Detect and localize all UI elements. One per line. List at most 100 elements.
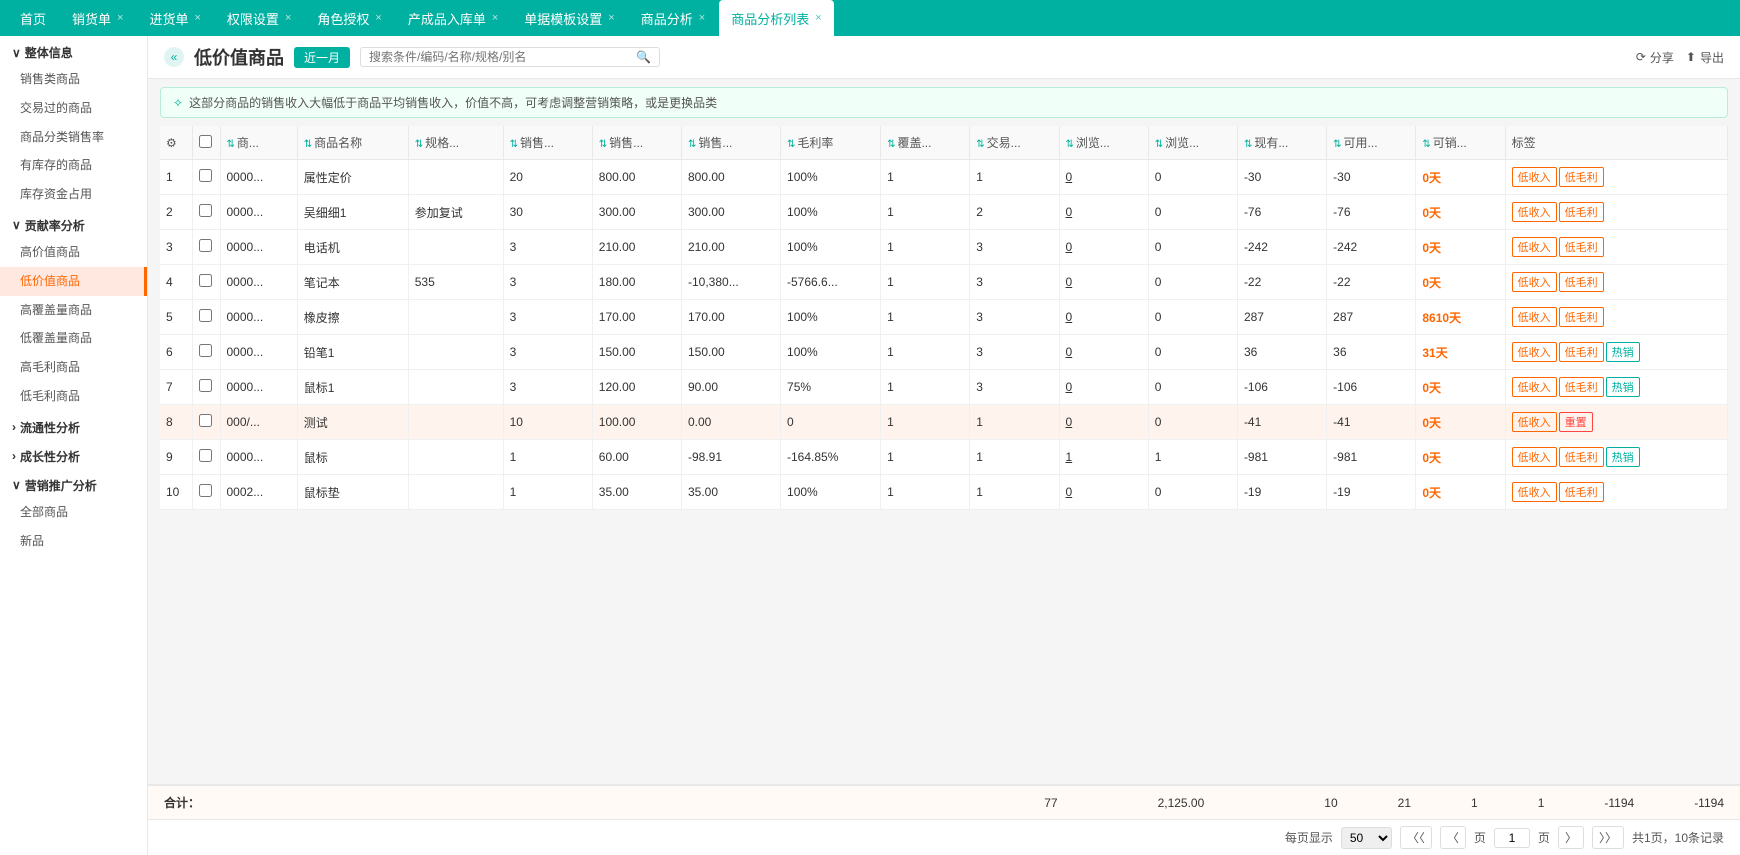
search-input[interactable] (369, 50, 632, 64)
th-tags[interactable]: 标签 (1505, 126, 1727, 160)
row-checkbox[interactable] (199, 169, 212, 182)
td-checkbox[interactable] (192, 195, 220, 230)
next-page-button[interactable]: 〉 (1558, 826, 1584, 849)
last-page-button[interactable]: 〉〉 (1592, 826, 1624, 849)
close-icon[interactable]: × (285, 12, 291, 24)
th-settings[interactable]: ⚙ (160, 126, 192, 160)
close-icon[interactable]: × (815, 12, 821, 24)
browse-link[interactable]: 1 (1066, 450, 1073, 464)
td-checkbox[interactable] (192, 160, 220, 195)
browse-link[interactable]: 0 (1066, 170, 1073, 184)
close-icon[interactable]: × (492, 12, 498, 24)
row-checkbox[interactable] (199, 414, 212, 427)
sidebar-item-low-margin[interactable]: 低毛利商品 (0, 382, 147, 411)
close-icon[interactable]: × (699, 12, 705, 24)
sidebar-item-traded[interactable]: 交易过的商品 (0, 94, 147, 123)
td-browse1[interactable]: 0 (1059, 230, 1148, 265)
td-checkbox[interactable] (192, 475, 220, 510)
browse-link[interactable]: 0 (1066, 345, 1073, 359)
data-table-wrapper[interactable]: ⚙ ⇅商... ⇅商品名称 ⇅规格... ⇅销售... ⇅销售... ⇅销售..… (160, 126, 1728, 784)
nav-home[interactable]: 首页 (8, 0, 58, 36)
nav-permission[interactable]: 权限设置 × (215, 0, 303, 36)
th-browse1[interactable]: ⇅浏览... (1059, 126, 1148, 160)
first-page-button[interactable]: 〈〈 (1400, 826, 1432, 849)
th-browse2[interactable]: ⇅浏览... (1148, 126, 1237, 160)
th-spec[interactable]: ⇅规格... (408, 126, 503, 160)
close-icon[interactable]: × (608, 12, 614, 24)
td-checkbox[interactable] (192, 440, 220, 475)
row-checkbox[interactable] (199, 309, 212, 322)
th-checkbox[interactable] (192, 126, 220, 160)
td-browse1[interactable]: 0 (1059, 405, 1148, 440)
row-checkbox[interactable] (199, 379, 212, 392)
sidebar-group-growth[interactable]: › 成长性分析 (0, 440, 147, 469)
browse-link[interactable]: 0 (1066, 415, 1073, 429)
td-checkbox[interactable] (192, 300, 220, 335)
td-browse1[interactable]: 0 (1059, 335, 1148, 370)
td-browse1[interactable]: 0 (1059, 160, 1148, 195)
current-page-input[interactable] (1494, 828, 1530, 848)
page-size-select[interactable]: 50 20 100 (1341, 827, 1392, 849)
browse-link[interactable]: 0 (1066, 240, 1073, 254)
td-browse1[interactable]: 0 (1059, 265, 1148, 300)
th-coverage[interactable]: ⇅覆盖... (881, 126, 970, 160)
th-sales2[interactable]: ⇅销售... (592, 126, 681, 160)
sidebar-item-low-coverage[interactable]: 低覆盖量商品 (0, 324, 147, 353)
th-sales1[interactable]: ⇅销售... (503, 126, 592, 160)
sidebar-group-overall[interactable]: ∨ 整体信息 (0, 36, 147, 65)
td-browse1[interactable]: 1 (1059, 440, 1148, 475)
td-browse1[interactable]: 0 (1059, 195, 1148, 230)
td-browse1[interactable]: 0 (1059, 370, 1148, 405)
sidebar-item-new-products[interactable]: 新品 (0, 527, 147, 556)
prev-page-button[interactable]: 〈 (1440, 826, 1466, 849)
nav-purchase-order[interactable]: 进货单 × (137, 0, 212, 36)
nav-sales-order[interactable]: 销货单 × (60, 0, 135, 36)
sidebar-item-sales-category[interactable]: 销售类商品 (0, 65, 147, 94)
export-button[interactable]: ⬆ 导出 (1686, 49, 1724, 66)
filter-recent-month-button[interactable]: 近一月 (294, 47, 350, 68)
close-icon[interactable]: × (117, 12, 123, 24)
close-icon[interactable]: × (375, 12, 381, 24)
td-checkbox[interactable] (192, 370, 220, 405)
browse-link[interactable]: 0 (1066, 275, 1073, 289)
search-icon[interactable]: 🔍 (636, 50, 651, 64)
nav-template[interactable]: 单据模板设置 × (512, 0, 626, 36)
close-icon[interactable]: × (194, 12, 200, 24)
th-gross-rate[interactable]: ⇅毛利率 (781, 126, 881, 160)
sidebar-item-capital[interactable]: 库存资金占用 (0, 180, 147, 209)
browse-link[interactable]: 0 (1066, 485, 1073, 499)
sidebar-item-category-sales-rate[interactable]: 商品分类销售率 (0, 123, 147, 152)
browse-link[interactable]: 0 (1066, 205, 1073, 219)
sidebar-item-high-coverage[interactable]: 高覆盖量商品 (0, 296, 147, 325)
row-checkbox[interactable] (199, 239, 212, 252)
td-checkbox[interactable] (192, 405, 220, 440)
sidebar-group-marketing[interactable]: ∨ 营销推广分析 (0, 469, 147, 498)
th-sales3[interactable]: ⇅销售... (682, 126, 781, 160)
th-available[interactable]: ⇅可用... (1327, 126, 1416, 160)
sidebar-collapse-button[interactable]: « (164, 47, 184, 67)
sidebar-item-high-margin[interactable]: 高毛利商品 (0, 353, 147, 382)
nav-role-auth[interactable]: 角色授权 × (305, 0, 393, 36)
browse-link[interactable]: 0 (1066, 310, 1073, 324)
td-checkbox[interactable] (192, 265, 220, 300)
row-checkbox[interactable] (199, 449, 212, 462)
nav-product-analysis-list[interactable]: 商品分析列表 × (719, 0, 833, 36)
row-checkbox[interactable] (199, 204, 212, 217)
td-browse1[interactable]: 0 (1059, 475, 1148, 510)
sidebar-group-circulation[interactable]: › 流通性分析 (0, 411, 147, 440)
td-checkbox[interactable] (192, 335, 220, 370)
nav-product-analysis[interactable]: 商品分析 × (629, 0, 717, 36)
td-browse1[interactable]: 0 (1059, 300, 1148, 335)
sidebar-group-contribution[interactable]: ∨ 贡献率分析 (0, 209, 147, 238)
nav-product-inbound[interactable]: 产成品入库单 × (396, 0, 510, 36)
th-name[interactable]: ⇅商品名称 (297, 126, 408, 160)
th-code[interactable]: ⇅商... (220, 126, 297, 160)
row-checkbox[interactable] (199, 484, 212, 497)
share-button[interactable]: ⟳ 分享 (1636, 49, 1674, 66)
row-checkbox[interactable] (199, 274, 212, 287)
sidebar-item-stock[interactable]: 有库存的商品 (0, 151, 147, 180)
th-current[interactable]: ⇅现有... (1237, 126, 1326, 160)
browse-link[interactable]: 0 (1066, 380, 1073, 394)
sidebar-item-high-value[interactable]: 高价值商品 (0, 238, 147, 267)
select-all-checkbox[interactable] (199, 135, 212, 148)
